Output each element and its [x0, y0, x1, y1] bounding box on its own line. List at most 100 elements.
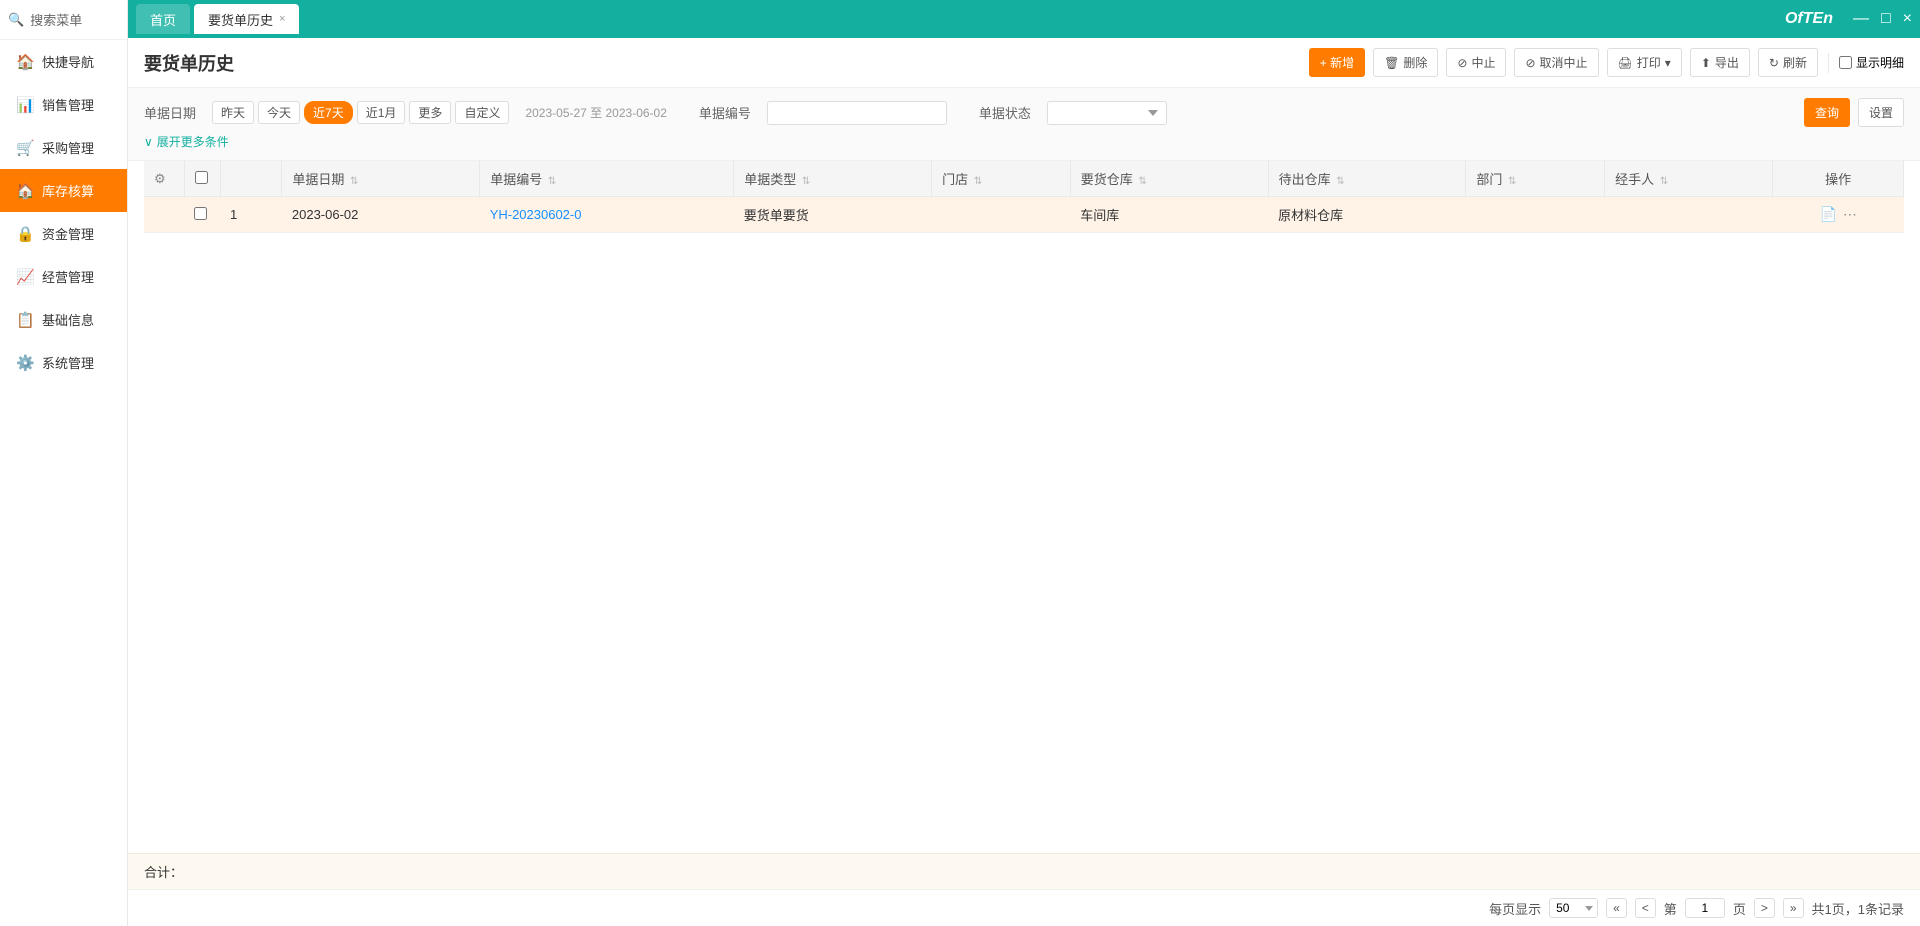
first-page-button[interactable]: «: [1606, 898, 1627, 918]
show-detail-toggle[interactable]: 显示明细: [1839, 54, 1904, 71]
tab-bar-right: OfTEn — □ ×: [1785, 10, 1912, 28]
date-btn-custom[interactable]: 自定义: [455, 101, 509, 124]
row-edit-icon[interactable]: 📄: [1819, 206, 1836, 223]
row-store: [932, 197, 1071, 233]
date-btn-yesterday[interactable]: 昨天: [212, 101, 254, 124]
print-button[interactable]: 🖨 打印 ▾: [1607, 48, 1682, 77]
tab-home[interactable]: 首页: [136, 4, 190, 34]
sidebar-item-label: 系统管理: [42, 353, 94, 372]
doc-no-link[interactable]: YH-20230602-0: [490, 207, 582, 222]
last-page-button[interactable]: »: [1783, 898, 1804, 918]
sidebar-item-base-info[interactable]: 📋 基础信息: [0, 298, 127, 341]
pending-warehouse-sort-icon[interactable]: ⇅: [1336, 176, 1344, 187]
date-btn-7days[interactable]: 近7天: [304, 101, 353, 124]
minimize-button[interactable]: —: [1853, 10, 1869, 28]
purchase-icon: 🛒: [16, 139, 34, 157]
footer-summary: 合计：: [128, 853, 1920, 889]
doc-no-label: 单据编号: [699, 103, 751, 122]
date-filter-buttons: 昨天 今天 近7天 近1月 更多 自定义: [212, 101, 509, 124]
sidebar-item-label: 库存核算: [42, 181, 94, 200]
chevron-down-icon: ∨: [144, 135, 153, 149]
tab-active[interactable]: 要货单历史 ×: [194, 4, 299, 34]
column-settings-icon[interactable]: ⚙: [154, 171, 166, 186]
pagination-bar: 每页显示 10 20 50 100 « < 第 页 > » 共1页，1条记录: [128, 889, 1920, 926]
date-btn-more[interactable]: 更多: [409, 101, 451, 124]
date-btn-1month[interactable]: 近1月: [357, 101, 406, 124]
sidebar-item-sales[interactable]: 📊 销售管理: [0, 83, 127, 126]
sidebar-item-system[interactable]: ⚙️ 系统管理: [0, 341, 127, 384]
page-label: 第: [1664, 899, 1677, 918]
search-icon: 🔍: [8, 12, 24, 28]
sidebar-search-label: 搜索菜单: [30, 10, 82, 29]
finance-icon: 🔒: [16, 225, 34, 243]
date-sort-icon[interactable]: ⇅: [350, 176, 358, 187]
col-req-warehouse[interactable]: 要货仓库 ⇅: [1070, 161, 1268, 197]
tab-active-label: 要货单历史: [208, 10, 273, 29]
per-page-select[interactable]: 10 20 50 100: [1549, 898, 1598, 918]
tab-bar: 首页 要货单历史 × OfTEn — □ ×: [128, 0, 1920, 38]
sidebar-item-quick-nav[interactable]: 🏠 快捷导航: [0, 40, 127, 83]
tab-home-label: 首页: [150, 10, 176, 29]
col-department[interactable]: 部门 ⇅: [1466, 161, 1605, 197]
maximize-button[interactable]: □: [1881, 10, 1891, 28]
table-container: ⚙ 单据日期 ⇅ 单据编号 ⇅: [128, 161, 1920, 853]
doc-no-input[interactable]: [767, 101, 947, 125]
col-settings[interactable]: ⚙: [144, 161, 184, 197]
col-index: [220, 161, 282, 197]
operation-icon: 📈: [16, 268, 34, 286]
summary-label: 合计：: [144, 865, 183, 880]
page-body: 要货单历史 + 新增 🗑 删除 ⊘ 中止 ⊘ 取消中止 🖨 打印 ▾ ⬆ 导出: [128, 38, 1920, 926]
sidebar-item-label: 经营管理: [42, 267, 94, 286]
handler-sort-icon[interactable]: ⇅: [1660, 176, 1668, 187]
row-checkbox[interactable]: [184, 197, 220, 233]
row-select-checkbox[interactable]: [194, 207, 207, 220]
filter-area: 单据日期 昨天 今天 近7天 近1月 更多 自定义 2023-05-27 至 2…: [128, 88, 1920, 161]
next-page-button[interactable]: >: [1754, 898, 1775, 918]
refresh-button[interactable]: ↻ 刷新: [1758, 48, 1818, 77]
department-sort-icon[interactable]: ⇅: [1508, 176, 1516, 187]
col-type[interactable]: 单据类型 ⇅: [734, 161, 932, 197]
close-button[interactable]: ×: [1903, 10, 1912, 28]
store-sort-icon[interactable]: ⇅: [974, 176, 982, 187]
toolbar-divider: [1828, 53, 1829, 73]
date-btn-today[interactable]: 今天: [258, 101, 300, 124]
select-all-checkbox[interactable]: [195, 171, 208, 184]
tab-close-icon[interactable]: ×: [279, 13, 285, 25]
sidebar-item-purchase[interactable]: 🛒 采购管理: [0, 126, 127, 169]
page-number-input[interactable]: [1685, 898, 1725, 918]
prev-page-button[interactable]: <: [1635, 898, 1656, 918]
row-more-icon[interactable]: ⋯: [1843, 206, 1857, 223]
req-warehouse-sort-icon[interactable]: ⇅: [1138, 176, 1146, 187]
page-header: 要货单历史 + 新增 🗑 删除 ⊘ 中止 ⊘ 取消中止 🖨 打印 ▾ ⬆ 导出: [128, 38, 1920, 88]
sidebar-item-finance[interactable]: 🔒 资金管理: [0, 212, 127, 255]
system-icon: ⚙️: [16, 354, 34, 372]
new-button[interactable]: + 新增: [1309, 48, 1365, 77]
sidebar-search[interactable]: 🔍 搜索菜单: [0, 0, 127, 40]
sidebar-item-inventory[interactable]: 🏠 库存核算: [0, 169, 127, 212]
col-handler[interactable]: 经手人 ⇅: [1605, 161, 1773, 197]
settings-button[interactable]: 设置: [1858, 98, 1904, 127]
col-checkbox: [184, 161, 220, 197]
export-button[interactable]: ⬆ 导出: [1690, 48, 1750, 77]
expand-more-button[interactable]: ∨ 展开更多条件: [144, 133, 1904, 150]
delete-button[interactable]: 🗑 删除: [1373, 48, 1438, 77]
status-select[interactable]: [1047, 101, 1167, 125]
show-detail-checkbox[interactable]: [1839, 56, 1852, 69]
main-content: 首页 要货单历史 × OfTEn — □ × 要货单历史 + 新增 🗑 删除 ⊘…: [128, 0, 1920, 926]
sidebar: 🔍 搜索菜单 🏠 快捷导航 📊 销售管理 🛒 采购管理 🏠 库存核算 🔒 资金管…: [0, 0, 128, 926]
sidebar-item-operation[interactable]: 📈 经营管理: [0, 255, 127, 298]
delete-icon: 🗑: [1384, 56, 1399, 70]
col-pending-warehouse[interactable]: 待出仓库 ⇅: [1268, 161, 1466, 197]
query-button[interactable]: 查询: [1804, 98, 1850, 127]
col-date[interactable]: 单据日期 ⇅: [282, 161, 480, 197]
type-sort-icon[interactable]: ⇅: [802, 176, 810, 187]
row-date: 2023-06-02: [282, 197, 480, 233]
no-sort-icon[interactable]: ⇅: [548, 176, 556, 187]
suspend-button[interactable]: ⊘ 中止: [1446, 48, 1506, 77]
row-index: 1: [220, 197, 282, 233]
col-no[interactable]: 单据编号 ⇅: [480, 161, 734, 197]
date-range-display: 2023-05-27 至 2023-06-02: [525, 104, 666, 121]
col-store[interactable]: 门店 ⇅: [932, 161, 1071, 197]
cancel-suspend-button[interactable]: ⊘ 取消中止: [1514, 48, 1598, 77]
page-title: 要货单历史: [144, 50, 1301, 76]
